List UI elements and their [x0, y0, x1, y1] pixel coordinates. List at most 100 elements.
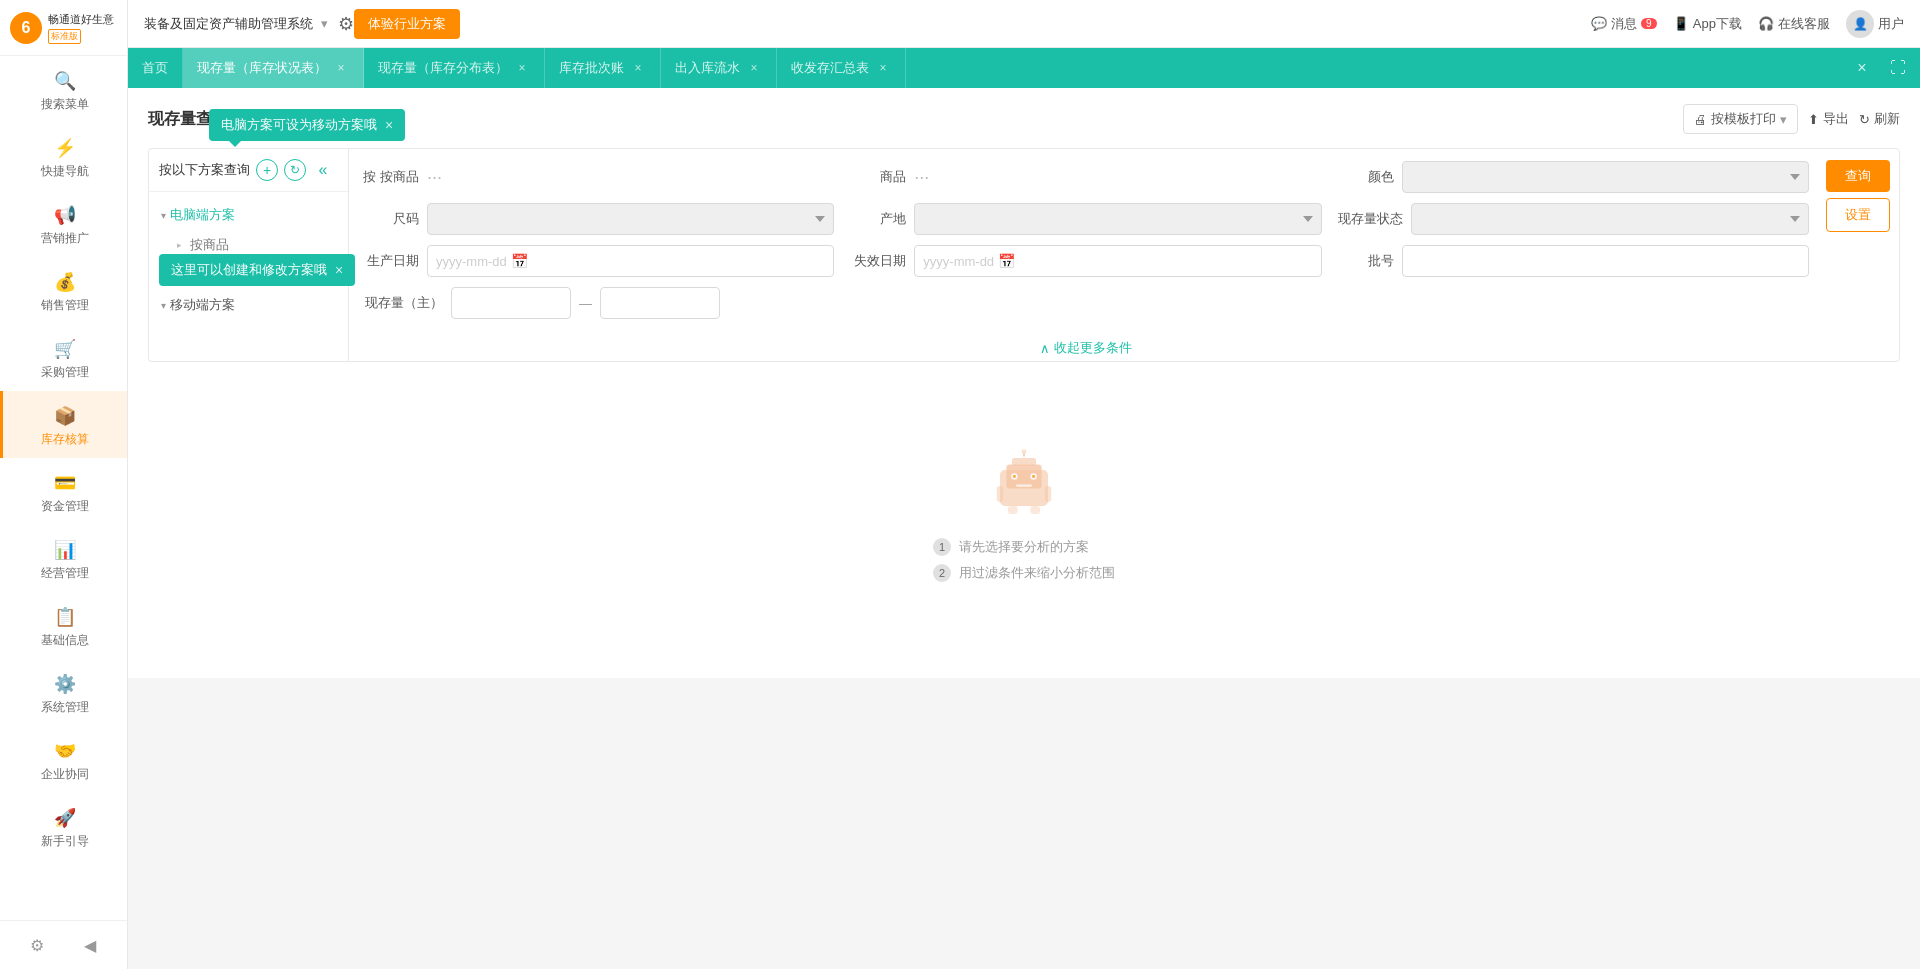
prod-date-label: 生产日期 — [363, 252, 419, 270]
add-scheme-btn[interactable]: + — [256, 159, 278, 181]
exp-date-start[interactable]: yyyy-mm-dd 📅 — [914, 245, 1321, 277]
svg-point-9 — [1022, 449, 1027, 454]
sidebar-item-sales[interactable]: 💰 销售管理 — [0, 257, 127, 324]
stock-status-field: 现存量状态 — [1338, 203, 1809, 235]
messages-btn[interactable]: 💬 消息 9 — [1591, 15, 1657, 33]
calendar-icon-exp-start: 📅 — [998, 253, 1015, 269]
color-label: 颜色 — [1338, 168, 1394, 186]
tooltip2-close[interactable]: × — [335, 262, 343, 278]
sidebar-item-marketing[interactable]: 📢 营销推广 — [0, 190, 127, 257]
action-buttons: 查询 设置 — [1826, 160, 1890, 232]
sidebar-item-basic-info[interactable]: 📋 基础信息 — [0, 592, 127, 659]
tab-bar: 首页 现存量（库存状况表） × 现存量（库存分布表） × 库存批次账 × 出入库… — [128, 48, 1920, 88]
inventory-icon: 📦 — [54, 405, 76, 427]
tab-close-in-out-flow[interactable]: × — [746, 60, 762, 76]
batch-field: 批号 — [1338, 245, 1809, 277]
content-area: 现存量查询(按仓库+商品) 🖨 按模板打印 ▾ ⬆ 导出 ↻ 刷新 — [128, 88, 1920, 969]
headset-icon: 🎧 — [1758, 16, 1774, 31]
tab-close-stock-status[interactable]: × — [333, 60, 349, 76]
header-settings-icon[interactable]: ⚙ — [338, 13, 354, 35]
export-icon: ⬆ — [1808, 112, 1819, 127]
svg-point-4 — [1013, 475, 1016, 478]
prod-date-start[interactable]: yyyy-mm-dd 📅 — [427, 245, 834, 277]
sidebar-item-operations[interactable]: 📊 经营管理 — [0, 525, 127, 592]
warehouse-dots[interactable]: ··· — [427, 168, 442, 186]
filter-area: 按以下方案查询 + ↻ « 电脑方案可设为移动方案哦 × — [148, 148, 1900, 362]
user-btn[interactable]: 👤 用户 — [1846, 10, 1904, 38]
goods-dots[interactable]: ··· — [914, 168, 929, 186]
color-select[interactable] — [1402, 161, 1809, 193]
stock-status-select[interactable] — [1411, 203, 1809, 235]
arrow-left-btn[interactable]: « — [312, 159, 334, 181]
collapse-btn[interactable]: ∧ 收起更多条件 — [363, 331, 1809, 361]
message-icon: 💬 — [1591, 16, 1607, 31]
goods-field: 商品 ··· — [850, 161, 1321, 193]
system-title-dropdown[interactable]: ▾ — [321, 16, 328, 31]
reset-btn[interactable]: 设置 — [1826, 198, 1890, 232]
range-dash: — — [579, 296, 592, 311]
origin-field: 产地 — [850, 203, 1321, 235]
sidebar-item-system[interactable]: ⚙️ 系统管理 — [0, 659, 127, 726]
scheme-panel: 按以下方案查询 + ↻ « 电脑方案可设为移动方案哦 × — [148, 148, 348, 362]
tab-stock-status[interactable]: 现存量（库存状况表） × — [183, 48, 364, 88]
system-icon: ⚙️ — [54, 673, 76, 695]
export-btn[interactable]: ⬆ 导出 — [1808, 110, 1849, 128]
print-btn[interactable]: 🖨 按模板打印 ▾ — [1683, 104, 1798, 134]
sidebar-item-purchase[interactable]: 🛒 采购管理 — [0, 324, 127, 391]
origin-select[interactable] — [914, 203, 1321, 235]
prod-date-field: 生产日期 yyyy-mm-dd 📅 — [363, 245, 834, 277]
refresh-scheme-btn[interactable]: ↻ — [284, 159, 306, 181]
tree-item-mobile-scheme[interactable]: ▾ 移动端方案 — [149, 290, 348, 320]
tab-close-collect-summary[interactable]: × — [875, 60, 891, 76]
batch-input[interactable] — [1402, 245, 1809, 277]
tab-close-all-icon[interactable]: × — [1848, 54, 1876, 82]
sidebar-item-enterprise[interactable]: 🤝 企业协同 — [0, 726, 127, 793]
sub-arrow-icon: ▸ — [177, 240, 182, 250]
stock-amount-min[interactable] — [451, 287, 571, 319]
sidebar-item-quick-nav[interactable]: ⚡ 快捷导航 — [0, 123, 127, 190]
size-select[interactable] — [427, 203, 834, 235]
top-header: 装备及固定资产辅助管理系统 ▾ ⚙ 体验行业方案 💬 消息 9 📱 App下载 … — [128, 0, 1920, 48]
query-btn[interactable]: 查询 — [1826, 160, 1890, 192]
sidebar-item-finance[interactable]: 💳 资金管理 — [0, 458, 127, 525]
warehouse-label: 按 按商品 — [363, 168, 419, 186]
tab-expand-icon[interactable]: ⛶ — [1884, 54, 1912, 82]
operations-icon: 📊 — [54, 539, 76, 561]
tooltip1-close[interactable]: × — [385, 117, 393, 133]
size-field: 尺码 — [363, 203, 834, 235]
filter-row-2: 尺码 产地 — [363, 203, 1809, 235]
online-service-btn[interactable]: 🎧 在线客服 — [1758, 15, 1830, 33]
settings-bottom-btn[interactable]: ⚙ — [23, 931, 51, 959]
collapse-sidebar-btn[interactable]: ◀ — [76, 931, 104, 959]
stock-amount-max[interactable] — [600, 287, 720, 319]
refresh-icon: ↻ — [1859, 112, 1870, 127]
phone-icon: 📱 — [1673, 16, 1689, 31]
scheme-tree: ▾ 电脑端方案 ▸ 按商品 这里可以创建和修改方案哦 — [149, 192, 348, 328]
empty-icon — [984, 442, 1064, 522]
empty-tips: 1 请先选择要分析的方案 2 用过滤条件来缩小分析范围 — [933, 538, 1115, 582]
refresh-btn[interactable]: ↻ 刷新 — [1859, 110, 1900, 128]
calendar-icon-prod-start: 📅 — [511, 253, 528, 269]
empty-state: 1 请先选择要分析的方案 2 用过滤条件来缩小分析范围 — [148, 362, 1900, 662]
filter-row-1: 按 按商品 ··· 商品 ··· 颜色 — [363, 161, 1809, 193]
tab-stock-dist[interactable]: 现存量（库存分布表） × — [364, 48, 545, 88]
print-dropdown-icon: ▾ — [1780, 112, 1787, 127]
tab-close-stock-dist[interactable]: × — [514, 60, 530, 76]
logo-text: 畅通道好生意 标准版 — [48, 12, 114, 44]
empty-tip-1: 1 请先选择要分析的方案 — [933, 538, 1115, 556]
sidebar-item-search[interactable]: 🔍 搜索菜单 — [0, 56, 127, 123]
tab-collect-summary[interactable]: 收发存汇总表 × — [777, 48, 906, 88]
tab-close-batch-ledger[interactable]: × — [630, 60, 646, 76]
tab-in-out-flow[interactable]: 出入库流水 × — [661, 48, 777, 88]
industry-btn[interactable]: 体验行业方案 — [354, 9, 460, 39]
quick-nav-icon: ⚡ — [54, 137, 76, 159]
sidebar-item-newbie[interactable]: 🚀 新手引导 — [0, 793, 127, 860]
sidebar-item-inventory[interactable]: 📦 库存核算 — [0, 391, 127, 458]
main-area: 装备及固定资产辅助管理系统 ▾ ⚙ 体验行业方案 💬 消息 9 📱 App下载 … — [128, 0, 1920, 969]
tab-batch-ledger[interactable]: 库存批次账 × — [545, 48, 661, 88]
svg-rect-11 — [1045, 486, 1051, 502]
app-download-btn[interactable]: 📱 App下载 — [1673, 15, 1742, 33]
tree-item-pc-scheme[interactable]: ▾ 电脑端方案 — [149, 200, 348, 230]
avatar: 👤 — [1846, 10, 1874, 38]
tab-home[interactable]: 首页 — [128, 48, 183, 88]
